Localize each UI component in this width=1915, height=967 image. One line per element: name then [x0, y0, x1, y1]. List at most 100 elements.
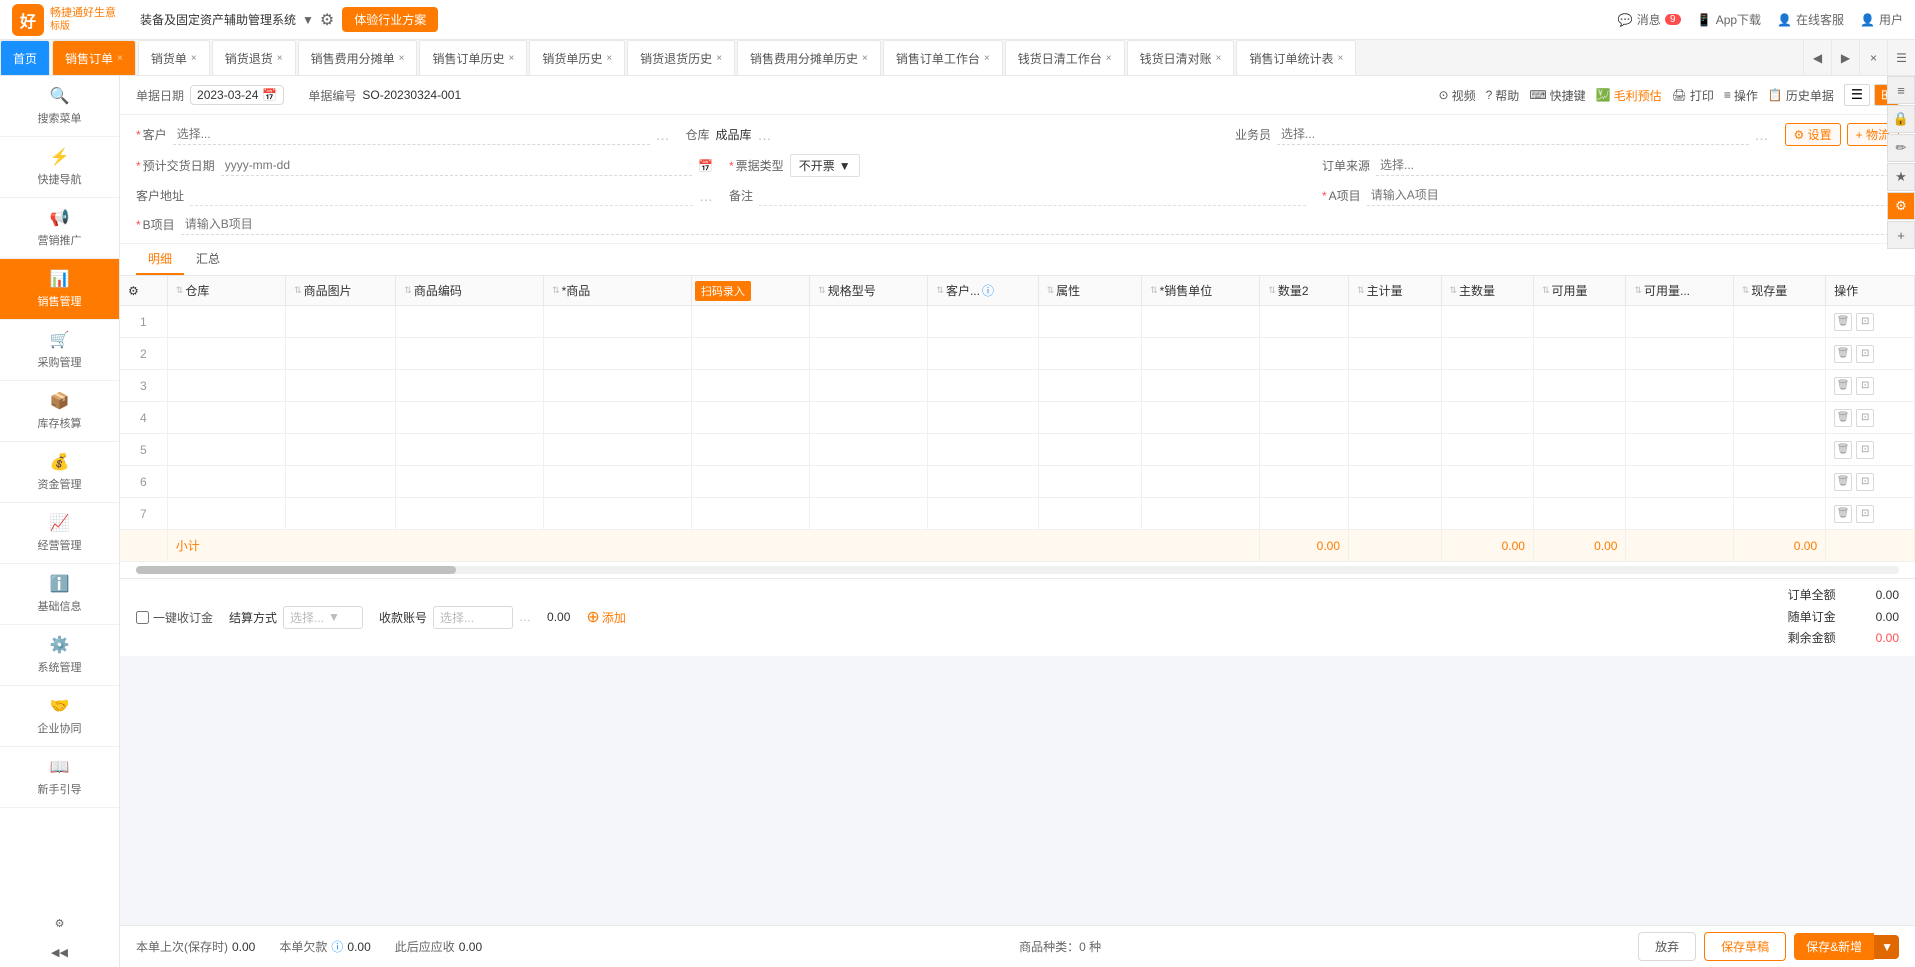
tab-summary[interactable]: 汇总 [184, 244, 232, 275]
discard-btn[interactable]: 放弃 [1638, 932, 1696, 961]
sort-stock-icon[interactable]: ⇅ [1742, 285, 1750, 296]
row-copy-5[interactable]: ⊡ [1856, 441, 1874, 459]
row-copy-7[interactable]: ⊡ [1856, 505, 1874, 523]
close-icon[interactable]: × [1106, 53, 1112, 64]
sidebar-item-inventory[interactable]: 📦 库存核算 [0, 381, 119, 442]
scroll-thumb[interactable] [136, 566, 456, 574]
sort-product-icon[interactable]: ⇅ [552, 285, 560, 296]
list-view-btn[interactable]: ☰ [1844, 84, 1870, 106]
sort-warehouse-icon[interactable]: ⇅ [176, 285, 184, 296]
gear-th-icon[interactable]: ⚙ [128, 284, 139, 298]
tab-sales-order[interactable]: 销售订单 × [52, 40, 136, 76]
row-delete-6[interactable]: 🗑 [1834, 473, 1852, 491]
horizontal-scrollbar[interactable] [136, 566, 1899, 574]
row-delete-2[interactable]: 🗑 [1834, 345, 1852, 363]
scan-btn[interactable]: 扫码录入 [695, 281, 751, 301]
tab-sales-expense[interactable]: 销售费用分摊单 × [298, 40, 418, 76]
history-order-btn[interactable]: 📋 历史单据 [1768, 87, 1834, 104]
tab-sales-list[interactable]: 销货单 × [138, 40, 210, 76]
save-draft-btn[interactable]: 保存草稿 [1704, 932, 1786, 961]
sidebar-item-purchase[interactable]: 🛒 采购管理 [0, 320, 119, 381]
tabs-prev-btn[interactable]: ◀ [1803, 40, 1831, 76]
system-dropdown-btn[interactable]: ▼ [302, 13, 314, 27]
sidebar-item-sales[interactable]: 📊 销售管理 [0, 259, 119, 320]
save-new-dropdown-btn[interactable]: ▼ [1874, 935, 1899, 959]
close-icon[interactable]: × [399, 53, 405, 64]
customer-input[interactable] [173, 124, 650, 145]
video-btn[interactable]: ⊙ 视频 [1439, 87, 1476, 104]
operation-btn[interactable]: ≡ 操作 [1724, 87, 1758, 104]
sidebar-collapse-btn[interactable]: ◀◀ [0, 938, 119, 967]
sort-qty2-icon[interactable]: ⇅ [1268, 285, 1276, 296]
close-icon[interactable]: × [277, 53, 283, 64]
close-icon[interactable]: × [606, 53, 612, 64]
tab-sales-expense-history[interactable]: 销售费用分摊单历史 × [737, 40, 881, 76]
a-project-input[interactable] [1367, 185, 1899, 206]
warehouse-more-icon[interactable]: … [758, 127, 772, 143]
rfp-orange-btn[interactable]: ⚙ [1887, 192, 1915, 220]
one-click-deposit-label[interactable]: 一键收订金 [136, 609, 213, 626]
online-service-item[interactable]: 👤 在线客服 [1777, 11, 1844, 28]
sidebar-item-marketing[interactable]: 📢 营销推广 [0, 198, 119, 259]
user-item[interactable]: 👤 用户 [1860, 11, 1903, 28]
row-delete-5[interactable]: 🗑 [1834, 441, 1852, 459]
sort-available-icon[interactable]: ⇅ [1542, 285, 1550, 296]
staff-more-icon[interactable]: … [1755, 127, 1769, 143]
close-icon[interactable]: × [1216, 53, 1222, 64]
tab-sales-order-history[interactable]: 销售订单历史 × [419, 40, 527, 76]
bank-account-select[interactable]: 选择... [433, 606, 513, 629]
profit-estimate-btn[interactable]: 💹 毛利预估 [1596, 87, 1662, 104]
print-btn[interactable]: 🖨 打印 [1672, 87, 1714, 104]
tab-sales-workbench[interactable]: 销售订单工作台 × [883, 40, 1003, 76]
row-copy-4[interactable]: ⊡ [1856, 409, 1874, 427]
bank-more-icon[interactable]: … [519, 610, 531, 624]
row-delete-4[interactable]: 🗑 [1834, 409, 1852, 427]
tab-daily-reconcile[interactable]: 钱货日清对账 × [1127, 40, 1235, 76]
close-icon[interactable]: × [984, 53, 990, 64]
save-new-btn[interactable]: 保存&新增 [1794, 933, 1874, 960]
rfp-star-btn[interactable]: ★ [1887, 163, 1915, 191]
row-delete-3[interactable]: 🗑 [1834, 377, 1852, 395]
tab-sales-return[interactable]: 销货退货 × [212, 40, 296, 76]
delivery-date-input[interactable] [221, 155, 692, 176]
staff-input[interactable] [1277, 124, 1749, 145]
app-download-item[interactable]: 📱 App下载 [1697, 11, 1761, 28]
sidebar-item-operation[interactable]: 📈 经营管理 [0, 503, 119, 564]
row-delete-7[interactable]: 🗑 [1834, 505, 1852, 523]
rfp-lock-btn[interactable]: 🔒 [1887, 105, 1915, 133]
one-click-deposit-checkbox[interactable] [136, 611, 149, 624]
tab-sales-return-history[interactable]: 销货退货历史 × [627, 40, 735, 76]
close-icon[interactable]: × [716, 53, 722, 64]
sort-attr-icon[interactable]: ⇅ [1047, 285, 1055, 296]
sidebar-item-search[interactable]: 🔍 搜索菜单 [0, 76, 119, 137]
rfp-edit-btn[interactable]: ✏ [1887, 134, 1915, 162]
tabs-next-btn[interactable]: ▶ [1831, 40, 1859, 76]
customer-more-icon[interactable]: … [656, 127, 670, 143]
row-delete-1[interactable]: 🗑 [1834, 313, 1852, 331]
tab-home[interactable]: 首页 [0, 40, 50, 76]
row-copy-3[interactable]: ⊡ [1856, 377, 1874, 395]
tabs-menu-btn[interactable]: ☰ [1887, 40, 1915, 76]
sort-ccode-icon[interactable]: ⇅ [936, 285, 944, 296]
date-input[interactable]: 2023-03-24 📅 [190, 85, 284, 105]
close-icon[interactable]: × [191, 53, 197, 64]
sort-unit-icon[interactable]: ⇅ [1150, 285, 1158, 296]
sort-mainqty-icon[interactable]: ⇅ [1450, 285, 1458, 296]
sort-mainunit-icon[interactable]: ⇅ [1357, 285, 1365, 296]
rfp-add-btn[interactable]: + [1887, 221, 1915, 249]
close-icon[interactable]: × [1337, 53, 1343, 64]
tab-sales-stats[interactable]: 销售订单统计表 × [1236, 40, 1356, 76]
add-link[interactable]: ⊕ 添加 [586, 607, 625, 627]
sidebar-item-guide[interactable]: 📖 新手引导 [0, 747, 119, 808]
close-icon[interactable]: × [862, 53, 868, 64]
payment-method-select[interactable]: 选择... ▼ [283, 606, 363, 629]
b-project-input[interactable] [181, 214, 1899, 235]
shortcut-btn[interactable]: ⌨ 快捷键 [1529, 87, 1585, 104]
notification-item[interactable]: 💬 消息 9 [1618, 11, 1681, 28]
invoice-select[interactable]: 不开票 ▼ [790, 154, 860, 177]
row-copy-2[interactable]: ⊡ [1856, 345, 1874, 363]
sidebar-item-shortcut[interactable]: ⚡ 快捷导航 [0, 137, 119, 198]
sort-code-icon[interactable]: ⇅ [404, 285, 412, 296]
sidebar-item-cooperation[interactable]: 🤝 企业协同 [0, 686, 119, 747]
sort-available2-icon[interactable]: ⇅ [1634, 285, 1642, 296]
